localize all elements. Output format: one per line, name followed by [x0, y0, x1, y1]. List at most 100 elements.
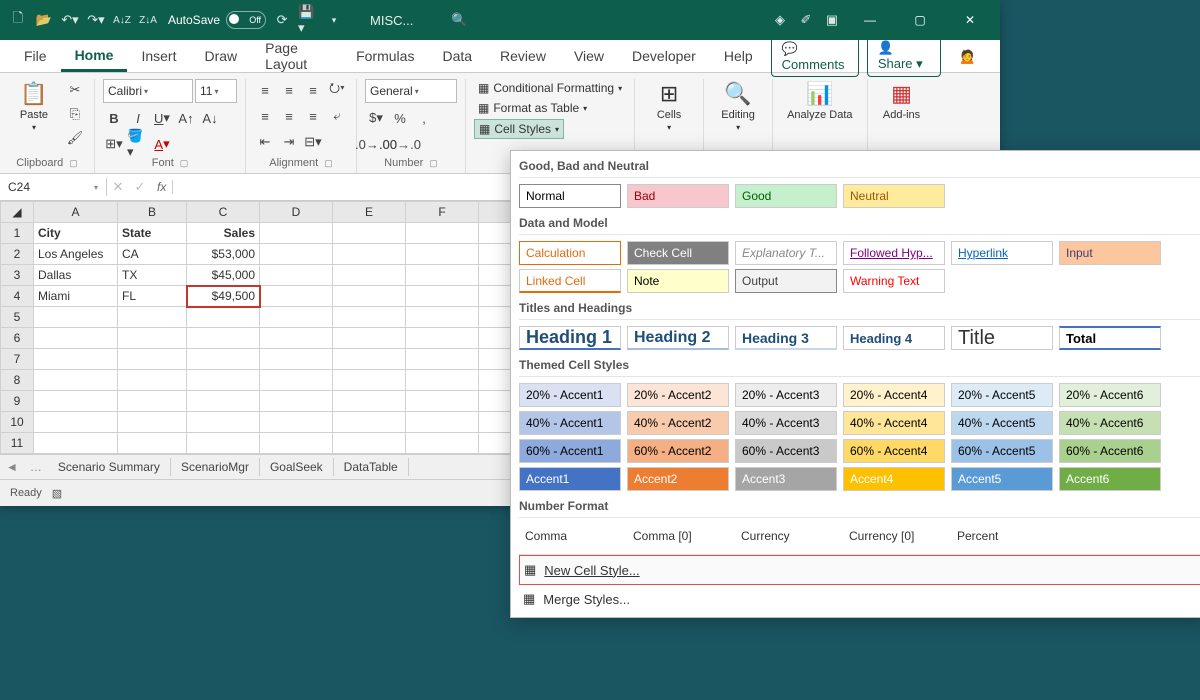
- cell[interactable]: Miami: [34, 286, 118, 307]
- cell-style-option[interactable]: Heading 4: [843, 326, 945, 350]
- cell[interactable]: [118, 370, 187, 391]
- cell[interactable]: [406, 223, 479, 244]
- row-header-6[interactable]: 6: [1, 328, 34, 349]
- cell-style-option[interactable]: Accent5: [951, 467, 1053, 491]
- cell-style-option[interactable]: Normal: [519, 184, 621, 208]
- cell-style-option[interactable]: 20% - Accent3: [735, 383, 837, 407]
- align-dialog-icon[interactable]: ▢: [324, 158, 333, 169]
- cell[interactable]: [406, 433, 479, 454]
- merge-styles-button[interactable]: ▦Merge Styles...: [519, 585, 1200, 613]
- outdent-icon[interactable]: ⇤: [254, 131, 276, 153]
- row-header-4[interactable]: 4: [1, 286, 34, 307]
- cell-style-option[interactable]: 60% - Accent4: [843, 439, 945, 463]
- cell[interactable]: $45,000: [187, 265, 260, 286]
- row-header-10[interactable]: 10: [1, 412, 34, 433]
- cell[interactable]: [406, 265, 479, 286]
- cell-style-option[interactable]: 60% - Accent6: [1059, 439, 1161, 463]
- cell[interactable]: Los Angeles: [34, 244, 118, 265]
- minimize-button[interactable]: —: [848, 0, 892, 40]
- number-format-select[interactable]: General▾: [365, 79, 457, 103]
- cell[interactable]: [118, 328, 187, 349]
- cell[interactable]: [260, 286, 333, 307]
- cell-style-option[interactable]: 40% - Accent6: [1059, 411, 1161, 435]
- cell[interactable]: [333, 349, 406, 370]
- editing-button[interactable]: 🔍Editing▾: [712, 79, 764, 134]
- cell-style-option[interactable]: Currency: [735, 524, 837, 548]
- align-left-icon[interactable]: ≡: [254, 105, 276, 127]
- cell-style-option[interactable]: Comma: [519, 524, 621, 548]
- cell[interactable]: [333, 370, 406, 391]
- tab-file[interactable]: File: [10, 42, 61, 70]
- tab-data[interactable]: Data: [428, 42, 486, 70]
- cell-style-option[interactable]: 60% - Accent5: [951, 439, 1053, 463]
- cell[interactable]: $53,000: [187, 244, 260, 265]
- sort-az-icon[interactable]: A↓Z: [112, 10, 132, 30]
- cell[interactable]: [333, 433, 406, 454]
- cell-style-option[interactable]: Total: [1059, 326, 1161, 350]
- sheet-tab[interactable]: Scenario Summary: [48, 458, 171, 476]
- cell-style-option[interactable]: 20% - Accent5: [951, 383, 1053, 407]
- accounting-icon[interactable]: $▾: [365, 107, 387, 129]
- cell[interactable]: Dallas: [34, 265, 118, 286]
- cell[interactable]: [333, 328, 406, 349]
- tab-developer[interactable]: Developer: [618, 42, 710, 70]
- cell-style-option[interactable]: 40% - Accent5: [951, 411, 1053, 435]
- align-top-icon[interactable]: ≡: [254, 79, 276, 101]
- cell[interactable]: CA: [118, 244, 187, 265]
- cell-style-option[interactable]: Accent6: [1059, 467, 1161, 491]
- cell[interactable]: [406, 412, 479, 433]
- cell-style-option[interactable]: Input: [1059, 241, 1161, 265]
- cell-style-option[interactable]: Comma [0]: [627, 524, 729, 548]
- shrink-font-icon[interactable]: A↓: [199, 107, 221, 129]
- copy-icon[interactable]: ⎘: [64, 103, 86, 125]
- cell[interactable]: [406, 349, 479, 370]
- cell[interactable]: [333, 265, 406, 286]
- accessibility-icon[interactable]: ▧: [52, 487, 62, 500]
- tab-home[interactable]: Home: [61, 41, 128, 72]
- conditional-formatting-button[interactable]: ▦Conditional Formatting▾: [474, 79, 626, 97]
- cell-style-option[interactable]: 20% - Accent2: [627, 383, 729, 407]
- share-button[interactable]: 👤 Share ▾: [867, 35, 941, 77]
- cell-style-option[interactable]: Hyperlink: [951, 241, 1053, 265]
- cell[interactable]: $49,500: [187, 286, 260, 307]
- cell-style-option[interactable]: Check Cell: [627, 241, 729, 265]
- wrap-text-icon[interactable]: ⤶: [326, 105, 348, 127]
- align-center-icon[interactable]: ≡: [278, 105, 300, 127]
- analyze-data-button[interactable]: 📊Analyze Data: [781, 79, 858, 123]
- tab-page-layout[interactable]: Page Layout: [251, 34, 342, 78]
- cell[interactable]: [333, 412, 406, 433]
- cell-style-option[interactable]: Good: [735, 184, 837, 208]
- cell[interactable]: [260, 244, 333, 265]
- cut-icon[interactable]: ✂: [64, 79, 86, 101]
- cell[interactable]: [406, 391, 479, 412]
- cell-style-option[interactable]: 40% - Accent2: [627, 411, 729, 435]
- diamond-icon[interactable]: ◈: [770, 10, 790, 30]
- save-icon[interactable]: 💾▾: [298, 10, 318, 30]
- cell[interactable]: [187, 370, 260, 391]
- col-header-A[interactable]: A: [34, 202, 118, 223]
- cell[interactable]: [34, 349, 118, 370]
- orientation-icon[interactable]: ⭮▾: [326, 79, 348, 101]
- font-color-icon[interactable]: A▾: [151, 133, 173, 155]
- cell-style-option[interactable]: Output: [735, 269, 837, 293]
- cell-style-option[interactable]: Heading 3: [735, 326, 837, 350]
- sheet-nav-prev-icon[interactable]: ◄: [0, 460, 24, 474]
- cell[interactable]: [333, 286, 406, 307]
- font-name-select[interactable]: Calibri▾: [103, 79, 193, 103]
- cell[interactable]: [34, 328, 118, 349]
- align-bottom-icon[interactable]: ≡: [302, 79, 324, 101]
- cell-style-option[interactable]: Followed Hyp...: [843, 241, 945, 265]
- cell[interactable]: State: [118, 223, 187, 244]
- cells-button[interactable]: ⊞Cells▾: [643, 79, 695, 134]
- row-header-3[interactable]: 3: [1, 265, 34, 286]
- format-painter-icon[interactable]: 🖌: [64, 127, 86, 149]
- cell-style-option[interactable]: Linked Cell: [519, 269, 621, 293]
- autosave-toggle[interactable]: AutoSave Off: [168, 11, 266, 29]
- cell-style-option[interactable]: Heading 2: [627, 326, 729, 350]
- cell[interactable]: [118, 391, 187, 412]
- cell[interactable]: [406, 328, 479, 349]
- cell[interactable]: [260, 370, 333, 391]
- cell-style-option[interactable]: 60% - Accent2: [627, 439, 729, 463]
- refresh-icon[interactable]: ⟳: [272, 10, 292, 30]
- cell[interactable]: [260, 391, 333, 412]
